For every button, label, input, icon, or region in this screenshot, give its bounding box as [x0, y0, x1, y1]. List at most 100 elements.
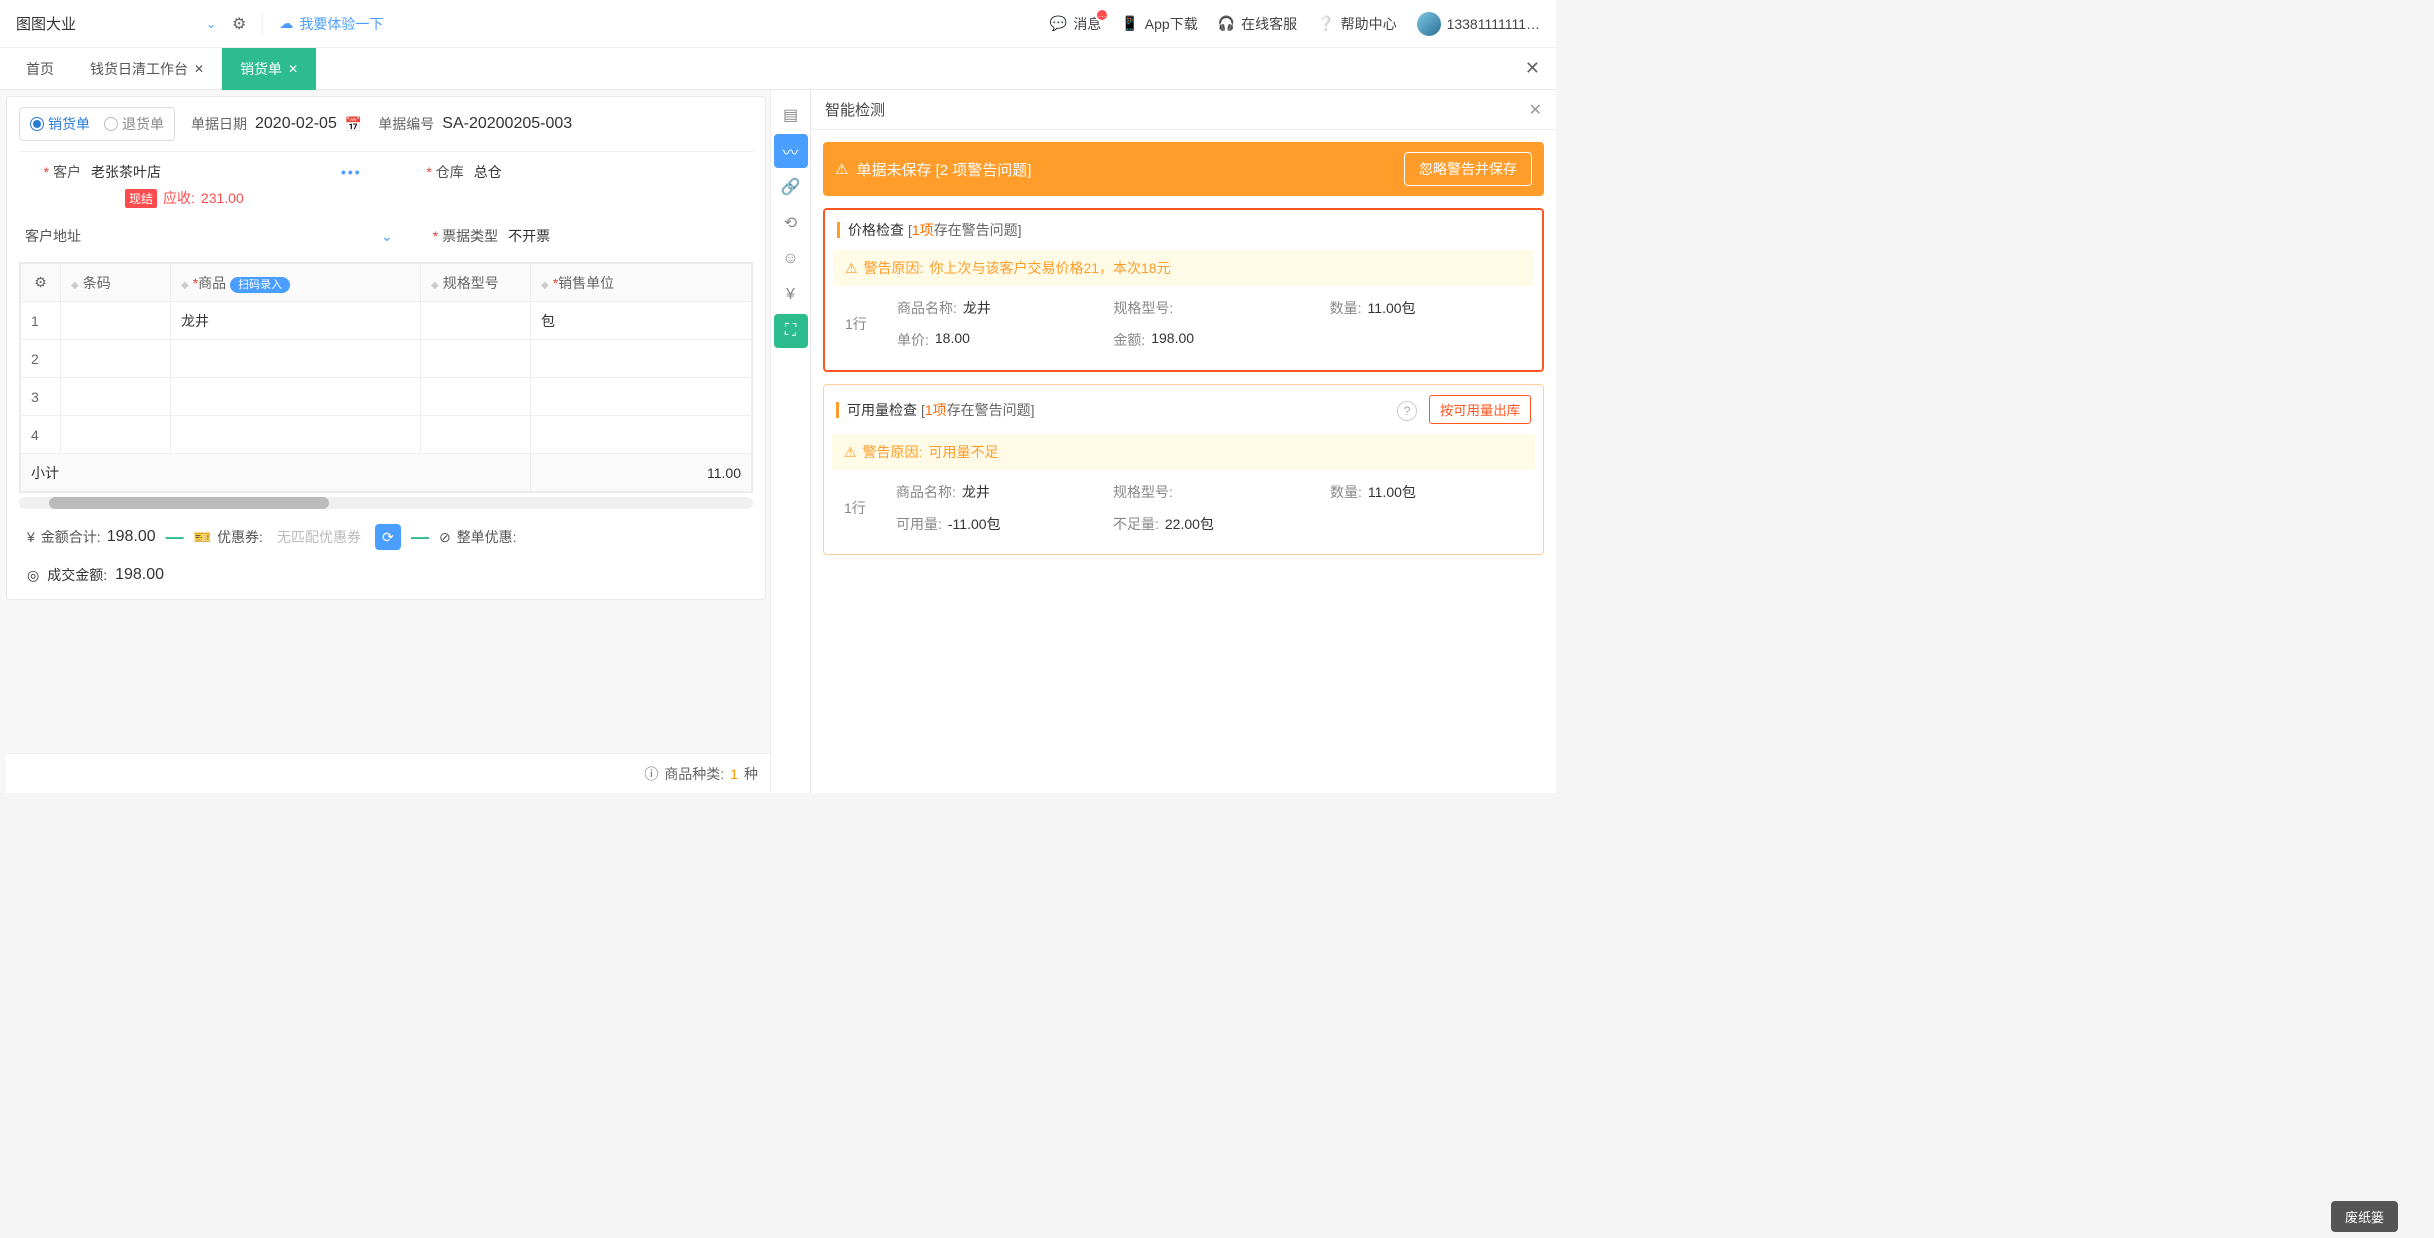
col-product[interactable]: ◆*商品扫码录入	[171, 264, 421, 302]
cell-product[interactable]	[171, 416, 421, 454]
close-all-tabs[interactable]: ✕	[1509, 58, 1556, 79]
company-select[interactable]: 图图大业 ⌄	[16, 13, 216, 34]
radio-return[interactable]: 退货单	[104, 114, 164, 134]
app-label: App下载	[1145, 14, 1198, 34]
rail-expand-icon[interactable]: ⛶	[774, 314, 808, 348]
cell-unit[interactable]	[531, 340, 752, 378]
code-field: 单据编号 SA-20200205-003	[378, 114, 572, 134]
coupon-input[interactable]: 无匹配优惠券	[269, 523, 369, 551]
user-menu[interactable]: 13381111111…	[1417, 12, 1540, 36]
code-value: SA-20200205-003	[442, 115, 572, 133]
cell-barcode[interactable]	[61, 302, 171, 340]
notification-badge: …	[1095, 8, 1109, 22]
cell-product[interactable]	[171, 340, 421, 378]
scan-badge[interactable]: 扫码录入	[230, 277, 290, 293]
items-table: ⚙ ◆条码 ◆*商品扫码录入 ◆规格型号 ◆*销售单位 1 龙井 包2 3 4	[20, 263, 752, 492]
cell-product[interactable]	[171, 378, 421, 416]
customer-more-button[interactable]: •••	[341, 164, 362, 180]
cell-product[interactable]: 龙井	[171, 302, 421, 340]
tab-workbench[interactable]: 钱货日清工作台 ✕	[72, 48, 222, 90]
cell-spec[interactable]	[421, 340, 531, 378]
company-name: 图图大业	[16, 13, 76, 34]
date-value[interactable]: 2020-02-05	[255, 115, 337, 133]
rail-user-icon[interactable]: ☺	[774, 242, 808, 276]
table-row[interactable]: 4	[21, 416, 752, 454]
col-spec[interactable]: ◆规格型号	[421, 264, 531, 302]
table-row[interactable]: 2	[21, 340, 752, 378]
invoice-value[interactable]: 不开票	[508, 226, 688, 246]
cell-barcode[interactable]	[61, 378, 171, 416]
cell-spec[interactable]	[421, 416, 531, 454]
help-link[interactable]: ❔ 帮助中心	[1317, 14, 1396, 34]
close-icon[interactable]: ✕	[194, 62, 204, 76]
subtotal-label: 小计	[21, 454, 531, 492]
horizontal-scrollbar[interactable]	[19, 497, 753, 509]
price-check-count: [1项存在警告问题]	[908, 220, 1022, 240]
radio-sales-label: 销货单	[48, 114, 90, 134]
refresh-coupon-button[interactable]: ⟳	[375, 524, 401, 550]
date-label: 单据日期	[191, 114, 247, 134]
radio-sales[interactable]: 销货单	[30, 114, 90, 134]
close-icon[interactable]: ✕	[1529, 100, 1542, 120]
subtotal-row: 小计 11.00	[21, 454, 752, 492]
price-detail-cols: 商品名称:龙井 规格型号: 数量:11.00包 单价:18.00 金额:198.…	[897, 298, 1522, 350]
table-row[interactable]: 3	[21, 378, 752, 416]
cell-spec[interactable]	[421, 302, 531, 340]
tab-home[interactable]: 首页	[8, 48, 72, 90]
col-barcode[interactable]: ◆条码	[61, 264, 171, 302]
col-gear[interactable]: ⚙	[21, 264, 61, 302]
chevron-down-icon[interactable]: ⌄	[381, 228, 393, 245]
address-label: 客户地址	[19, 226, 81, 246]
cell-spec[interactable]	[421, 378, 531, 416]
ticket-icon: 🎫	[194, 529, 211, 546]
topbar-right: 💬 消息 … 📱 App下载 🎧 在线客服 ❔ 帮助中心 13381111111…	[1050, 12, 1540, 36]
settle-row: 现结 应收: 231.00	[125, 188, 753, 208]
amount-label: 金额合计:	[41, 527, 101, 547]
help-icon[interactable]: ?	[1397, 401, 1417, 421]
warehouse-value[interactable]: 总仓	[474, 162, 654, 182]
rail-money-icon[interactable]: ¥	[774, 278, 808, 312]
target-icon: ◎	[27, 567, 39, 584]
cell-unit[interactable]	[531, 378, 752, 416]
rail-doc-icon[interactable]: ▤	[774, 98, 808, 132]
calendar-icon[interactable]: 📅	[345, 116, 362, 133]
cell-barcode[interactable]	[61, 416, 171, 454]
tab-sales-order[interactable]: 销货单 ✕	[222, 48, 316, 90]
cell-unit[interactable]	[531, 416, 752, 454]
smart-check-panel: 智能检测 ✕ ⚠ 单据未保存 [2 项警告问题] 忽略警告并保存 价格检查 [1…	[810, 90, 1556, 793]
subtotal-value: 11.00	[531, 454, 752, 492]
panel-body: ⚠ 单据未保存 [2 项警告问题] 忽略警告并保存 价格检查 [1项存在警告问题…	[811, 130, 1556, 567]
gear-icon[interactable]: ⚙	[232, 14, 246, 34]
col-unit[interactable]: ◆*销售单位	[531, 264, 752, 302]
stock-detail-cols: 商品名称:龙井 规格型号: 数量:11.00包 可用量:-11.00包 不足量:…	[896, 482, 1523, 534]
out-by-available-button[interactable]: 按可用量出库	[1429, 395, 1531, 424]
stock-check-count: [1项存在警告问题]	[921, 400, 1035, 420]
cell-unit[interactable]: 包	[531, 302, 752, 340]
minus-icon: —	[166, 527, 184, 548]
deal-label: 成交金额:	[47, 565, 107, 585]
customer-value[interactable]: 老张茶叶店	[91, 162, 271, 182]
headset-icon: 🎧	[1218, 15, 1235, 32]
messages-link[interactable]: 💬 消息 …	[1050, 14, 1101, 34]
try-experience-link[interactable]: ☁ 我要体验一下	[279, 14, 383, 34]
reason-label: 警告原因:	[864, 258, 924, 278]
rail-link-icon[interactable]: 🔗	[774, 170, 808, 204]
app-download-link[interactable]: 📱 App下载	[1121, 14, 1197, 34]
online-service-link[interactable]: 🎧 在线客服	[1218, 14, 1297, 34]
discount-icon: ⊘	[439, 529, 451, 546]
trash-button[interactable]: 废纸篓	[2331, 1201, 2398, 1232]
table-row[interactable]: 1 龙井 包	[21, 302, 752, 340]
rail-chart-icon[interactable]: 〰	[774, 134, 808, 168]
tabs-row: 首页 钱货日清工作台 ✕ 销货单 ✕ ✕	[0, 48, 1556, 90]
cell-barcode[interactable]	[61, 340, 171, 378]
stock-check-title: 可用量检查	[847, 400, 917, 420]
ignore-save-button[interactable]: 忽略警告并保存	[1404, 152, 1532, 186]
tab-home-label: 首页	[26, 59, 54, 79]
date-field: 单据日期 2020-02-05 📅	[191, 114, 362, 134]
rail-refresh-icon[interactable]: ⟲	[774, 206, 808, 240]
doc-type-row: 销货单 退货单 单据日期 2020-02-05 📅 单据编号	[19, 107, 753, 152]
minus-icon: —	[411, 527, 429, 548]
scrollbar-thumb[interactable]	[49, 497, 329, 509]
close-icon[interactable]: ✕	[288, 62, 298, 76]
reason-text: 你上次与该客户交易价格21，本次18元	[929, 258, 1170, 278]
